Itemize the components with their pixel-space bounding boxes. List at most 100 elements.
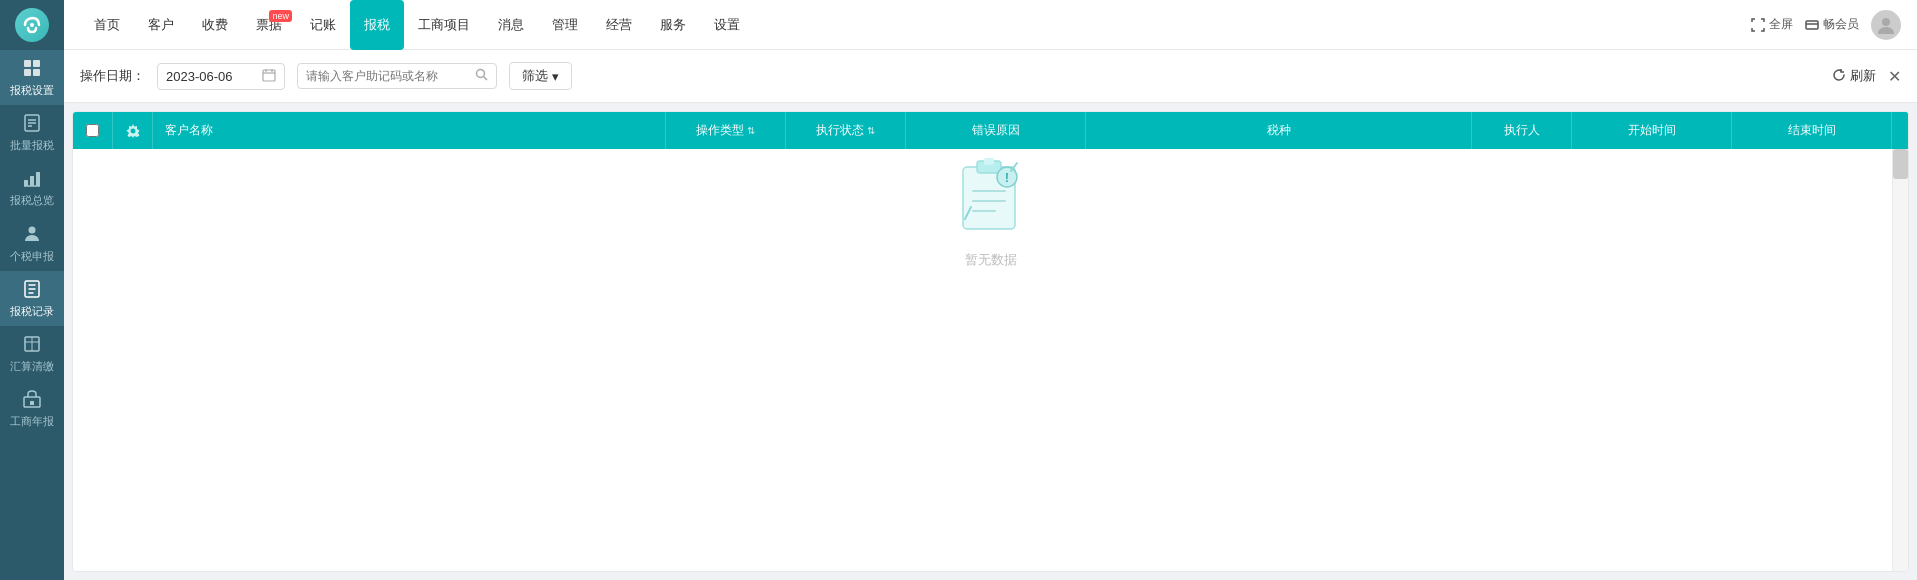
nav-item-shoufei[interactable]: 收费: [188, 0, 242, 50]
svg-point-13: [29, 226, 36, 233]
sidebar-label-piliangshuishui: 批量报税: [10, 139, 54, 152]
date-label: 操作日期：: [80, 67, 145, 85]
nav-item-xiaoxi[interactable]: 消息: [484, 0, 538, 50]
date-input[interactable]: [166, 69, 256, 84]
nav-label-shoufei: 收费: [202, 16, 228, 34]
nav-item-baoshui[interactable]: 报税: [350, 0, 404, 50]
nav-item-jizhang[interactable]: 记账: [296, 0, 350, 50]
scrollbar-header-spacer: [1892, 112, 1908, 149]
sidebar-label-huisuanqingjiao: 汇算清缴: [10, 360, 54, 373]
refresh-icon: [1832, 68, 1846, 85]
empty-illustration: !: [951, 149, 1031, 239]
huisuanqingjiao-icon: [22, 334, 42, 357]
close-button[interactable]: ✕: [1888, 67, 1901, 86]
svg-rect-20: [1806, 21, 1818, 29]
svg-rect-19: [30, 401, 34, 405]
th-checkbox[interactable]: [73, 112, 113, 149]
chevron-down-icon: ▾: [552, 69, 559, 84]
sidebar-item-baoshuijilu[interactable]: 报税记录: [0, 271, 64, 326]
refresh-button[interactable]: 刷新: [1832, 67, 1876, 85]
th-optype[interactable]: 操作类型 ⇅: [666, 112, 786, 149]
th-label-name: 客户名称: [165, 122, 213, 139]
calendar-icon: [262, 68, 276, 85]
svg-rect-3: [24, 69, 31, 76]
nav-label-xiaoxi: 消息: [498, 16, 524, 34]
geshuishenbao-icon: [22, 224, 42, 247]
svg-rect-10: [30, 176, 34, 186]
member-btn[interactable]: 畅会员: [1805, 16, 1859, 33]
baoshuijilu-icon: [22, 279, 42, 302]
topnav-items: 首页 客户 收费 票据 new 记账 报税 工商项目 消息: [80, 0, 1751, 50]
table-wrap: 客户名称 操作类型 ⇅ 执行状态 ⇅ 错误原因 税种 执行人: [72, 111, 1909, 572]
select-all-checkbox[interactable]: [86, 124, 99, 137]
sidebar-item-geshuishenbao[interactable]: 个税申报: [0, 216, 64, 271]
sidebar-item-baoshuizonglan[interactable]: 报税总览: [0, 160, 64, 215]
date-input-wrap[interactable]: [157, 63, 285, 90]
sort-icon-status: ⇅: [867, 125, 875, 136]
fullscreen-btn[interactable]: 全屏: [1751, 16, 1793, 33]
search-icon: [475, 68, 488, 84]
nav-item-guanli[interactable]: 管理: [538, 0, 592, 50]
nav-item-gongshangxiangmu[interactable]: 工商项目: [404, 0, 484, 50]
th-label-status: 执行状态: [816, 122, 864, 139]
nav-label-jingying: 经营: [606, 16, 632, 34]
nav-item-shouye[interactable]: 首页: [80, 0, 134, 50]
baoshuishezhi-icon: [22, 58, 42, 81]
svg-rect-31: [984, 158, 994, 165]
th-label-starttime: 开始时间: [1628, 122, 1676, 139]
table-header: 客户名称 操作类型 ⇅ 执行状态 ⇅ 错误原因 税种 执行人: [73, 112, 1908, 149]
th-label-tax: 税种: [1267, 122, 1291, 139]
nav-label-guanli: 管理: [552, 16, 578, 34]
search-input[interactable]: [306, 69, 469, 83]
nav-label-shouye: 首页: [94, 16, 120, 34]
nav-item-jingying[interactable]: 经营: [592, 0, 646, 50]
nav-item-shezhi[interactable]: 设置: [700, 0, 754, 50]
fullscreen-label: 全屏: [1769, 16, 1793, 33]
th-error: 错误原因: [906, 112, 1086, 149]
th-label-exec: 执行人: [1504, 122, 1540, 139]
svg-rect-9: [24, 180, 28, 186]
baoshuizonglan-icon: [22, 168, 42, 191]
th-label-error: 错误原因: [972, 122, 1020, 139]
topnav: 首页 客户 收费 票据 new 记账 报税 工商项目 消息: [64, 0, 1917, 50]
app-logo: [15, 8, 49, 42]
th-gear[interactable]: [113, 112, 153, 149]
nav-item-fuwu[interactable]: 服务: [646, 0, 700, 50]
th-starttime: 开始时间: [1572, 112, 1732, 149]
sidebar-label-baoshuijilu: 报税记录: [10, 305, 54, 318]
sidebar-label-geshuishenbao: 个税申报: [10, 250, 54, 263]
sort-icon-optype: ⇅: [747, 125, 755, 136]
svg-rect-11: [36, 172, 40, 186]
sidebar-label-baoshuizonglan: 报税总览: [10, 194, 54, 207]
sidebar-item-huisuanqingjiao[interactable]: 汇算清缴: [0, 326, 64, 381]
svg-point-0: [30, 23, 34, 27]
nav-item-piao[interactable]: 票据 new: [242, 0, 296, 50]
scrollbar-thumb[interactable]: [1893, 149, 1908, 179]
svg-text:!: !: [1004, 170, 1008, 185]
main-area: 首页 客户 收费 票据 new 记账 报税 工商项目 消息: [64, 0, 1917, 580]
svg-rect-4: [33, 69, 40, 76]
th-label-optype: 操作类型: [696, 122, 744, 139]
th-status[interactable]: 执行状态 ⇅: [786, 112, 906, 149]
member-label: 畅会员: [1823, 16, 1859, 33]
th-label-endtime: 结束时间: [1788, 122, 1836, 139]
table-body: ! 暂无数据: [73, 149, 1908, 571]
nav-item-kehu[interactable]: 客户: [134, 0, 188, 50]
search-wrap[interactable]: [297, 63, 497, 89]
sidebar-item-piliangshuishui[interactable]: 批量报税: [0, 105, 64, 160]
scrollbar-track[interactable]: [1892, 149, 1908, 571]
nav-label-gongshangxiangmu: 工商项目: [418, 16, 470, 34]
svg-point-22: [1882, 18, 1890, 26]
nav-label-fuwu: 服务: [660, 16, 686, 34]
empty-text: 暂无数据: [965, 251, 1017, 269]
nav-label-kehu: 客户: [148, 16, 174, 34]
svg-line-28: [484, 77, 488, 81]
nav-label-shezhi: 设置: [714, 16, 740, 34]
sidebar-item-baoshuishezhi[interactable]: 报税设置: [0, 50, 64, 105]
user-avatar[interactable]: [1871, 10, 1901, 40]
th-tax: 税种: [1086, 112, 1472, 149]
filter-button[interactable]: 筛选 ▾: [509, 62, 572, 90]
gongshangnianbaoo-icon: [22, 389, 42, 412]
filter-label: 筛选: [522, 67, 548, 85]
sidebar-item-gongshangnianbaoo[interactable]: 工商年报: [0, 381, 64, 436]
